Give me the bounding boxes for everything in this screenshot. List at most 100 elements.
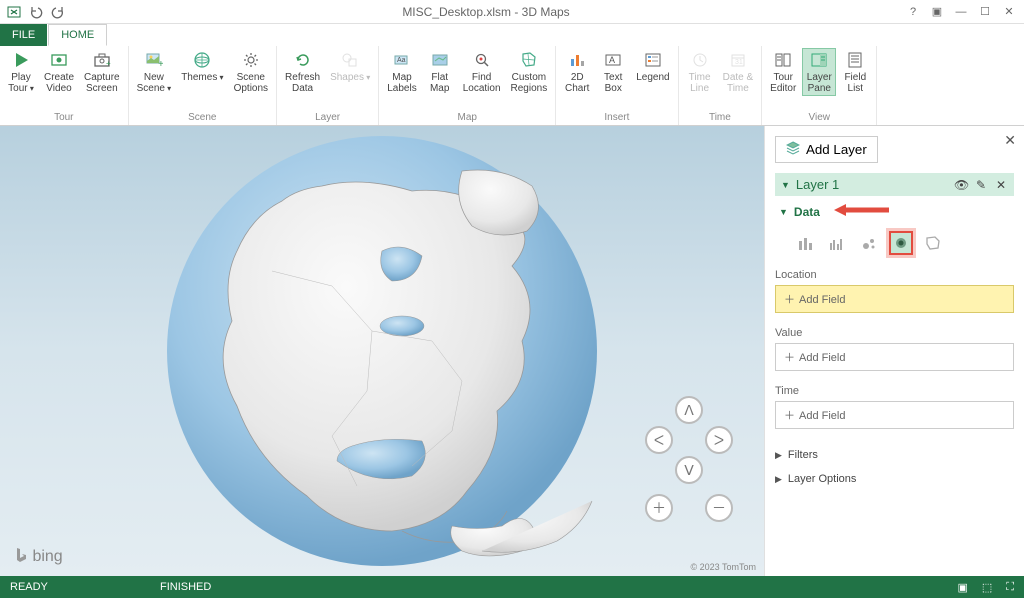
ribbon-button-label: MapLabels xyxy=(387,72,416,94)
video-icon xyxy=(49,50,69,70)
svg-text:Aa: Aa xyxy=(397,57,406,64)
ribbon-regions-button[interactable]: CustomRegions xyxy=(507,48,552,96)
ribbon-datetime-button: 31Date &Time xyxy=(719,48,758,96)
ribbon-button-label: CreateVideo xyxy=(44,72,74,94)
tab-file[interactable]: FILE xyxy=(0,24,47,46)
ribbon-button-label: TourEditor xyxy=(770,72,796,94)
timeline-icon xyxy=(690,50,710,70)
add-layer-button[interactable]: Add Layer xyxy=(775,136,878,163)
shapes-icon xyxy=(340,50,360,70)
ribbon-camera-button[interactable]: + CaptureScreen xyxy=(80,48,124,96)
nav-right-button[interactable]: ᐳ xyxy=(705,426,733,454)
ribbon-refresh-button[interactable]: RefreshData xyxy=(281,48,324,96)
ribbon-button-label: TextBox xyxy=(604,72,622,94)
excel-icon xyxy=(6,4,22,20)
globe xyxy=(102,131,662,571)
rename-icon[interactable]: ✎ xyxy=(974,178,988,192)
layer-header[interactable]: ▼ Layer 1 👁 ✎ ✕ xyxy=(775,173,1014,196)
ribbon-findloc-button[interactable]: FindLocation xyxy=(459,48,505,96)
collapse-icon[interactable]: ▼ xyxy=(781,180,790,190)
ribbon-button-label: 2DChart xyxy=(565,72,589,94)
ribbon-newscene-button[interactable]: +NewScene ▾ xyxy=(133,48,176,96)
toureditor-icon xyxy=(773,50,793,70)
nav-up-button[interactable]: ᐱ xyxy=(675,396,703,424)
ribbon-button-label: Themes ▾ xyxy=(181,72,223,83)
redo-icon[interactable] xyxy=(50,4,66,20)
visibility-icon[interactable]: 👁 xyxy=(954,178,968,192)
ribbon-button-label: FindLocation xyxy=(463,72,501,94)
layer-title: Layer 1 xyxy=(796,177,948,192)
tab-home[interactable]: HOME xyxy=(48,24,107,46)
ribbon-flatmap-button[interactable]: FlatMap xyxy=(423,48,457,96)
status-finished: FINISHED xyxy=(160,581,211,593)
ribbon-group-label: Insert xyxy=(604,112,629,125)
ribbon-group-label: Tour xyxy=(54,112,73,125)
layer-options-section[interactable]: ▶Layer Options xyxy=(775,467,1014,491)
ribbon-group-scene: +NewScene ▾Themes ▾SceneOptionsScene xyxy=(129,46,277,125)
data-section-label: Data xyxy=(794,205,820,219)
maximize-icon[interactable]: ☐ xyxy=(978,5,992,19)
globe-icon xyxy=(192,50,212,70)
ribbon-button-label: PlayTour ▾ xyxy=(8,72,34,94)
newscene-icon: + xyxy=(144,50,164,70)
nav-pad: ᐱ ᐸ ᐳ ᐯ ＋ － xyxy=(634,396,744,526)
status-icon-2[interactable]: ⬚ xyxy=(982,581,992,594)
viz-clustered-column-button[interactable] xyxy=(825,231,849,255)
bing-logo: bing xyxy=(14,547,63,566)
ribbon-chart-button[interactable]: 2DChart xyxy=(560,48,594,96)
ribbon-button-label: NewScene ▾ xyxy=(137,72,172,94)
refresh-icon xyxy=(293,50,313,70)
ribbon-video-button[interactable]: CreateVideo xyxy=(40,48,78,96)
ribbon-layerpane-button[interactable]: LayerPane xyxy=(802,48,836,96)
ribbon-group-tour: PlayTour ▾ CreateVideo + CaptureScreen Tour xyxy=(0,46,129,125)
ribbon-button-label: FlatMap xyxy=(430,72,449,94)
value-add-field-button[interactable]: ＋Add Field xyxy=(775,343,1014,371)
map-canvas[interactable]: bing © 2023 TomTom ᐱ ᐸ ᐳ ᐯ ＋ － xyxy=(0,126,764,576)
time-add-field-button[interactable]: ＋Add Field xyxy=(775,401,1014,429)
viz-heatmap-button[interactable] xyxy=(889,231,913,255)
ribbon-textbox-button[interactable]: ATextBox xyxy=(596,48,630,96)
status-icon-1[interactable]: ▣ xyxy=(957,581,967,594)
ribbon-fieldlist-button[interactable]: FieldList xyxy=(838,48,872,96)
ribbon-button-label: TimeLine xyxy=(689,72,711,94)
title-bar: MISC_Desktop.xlsm - 3D Maps ? ▣ — ☐ ✕ xyxy=(0,0,1024,24)
ribbon-play-button[interactable]: PlayTour ▾ xyxy=(4,48,38,96)
undo-icon[interactable] xyxy=(28,4,44,20)
status-icon-3[interactable]: ⛶ xyxy=(1006,581,1014,594)
data-section-header[interactable]: ▼ Data xyxy=(775,196,1014,227)
ribbon-legend-button[interactable]: Legend xyxy=(632,48,673,85)
ribbon-button-label: CaptureScreen xyxy=(84,72,120,94)
visualization-type-row xyxy=(775,227,1014,263)
close-pane-icon[interactable]: ✕ xyxy=(1004,132,1016,149)
datetime-icon: 31 xyxy=(728,50,748,70)
zoom-out-button[interactable]: － xyxy=(705,494,733,522)
layers-icon xyxy=(786,141,800,158)
filters-section[interactable]: ▶Filters xyxy=(775,443,1014,467)
ribbon-button-label: Legend xyxy=(636,72,669,83)
help-icon[interactable]: ? xyxy=(906,5,920,19)
ribbon-group-view: TourEditorLayerPaneFieldListView xyxy=(762,46,877,125)
ribbon-gear-button[interactable]: SceneOptions xyxy=(230,48,272,96)
ribbon-globe-button[interactable]: Themes ▾ xyxy=(177,48,227,85)
ribbon-group-insert: 2DChart ATextBox Legend Insert xyxy=(556,46,678,125)
ribbon-button-label: SceneOptions xyxy=(234,72,268,94)
viz-stacked-column-button[interactable] xyxy=(793,231,817,255)
zoom-in-button[interactable]: ＋ xyxy=(645,494,673,522)
ribbon-shapes-button: Shapes ▾ xyxy=(326,48,374,85)
ribbon-toureditor-button[interactable]: TourEditor xyxy=(766,48,800,96)
ribbon-options-icon[interactable]: ▣ xyxy=(930,5,944,19)
ribbon-maplabels-button[interactable]: Aa MapLabels xyxy=(383,48,420,96)
viz-region-button[interactable] xyxy=(921,231,945,255)
ribbon-group-label: Time xyxy=(709,112,731,125)
ribbon-group-label: Layer xyxy=(315,112,340,125)
nav-left-button[interactable]: ᐸ xyxy=(645,426,673,454)
layerpane-icon xyxy=(809,50,829,70)
location-add-field-button[interactable]: ＋Add Field xyxy=(775,285,1014,313)
minimize-icon[interactable]: — xyxy=(954,5,968,19)
delete-layer-icon[interactable]: ✕ xyxy=(994,178,1008,192)
ribbon-button-label: RefreshData xyxy=(285,72,320,94)
close-icon[interactable]: ✕ xyxy=(1002,5,1016,19)
viz-bubble-button[interactable] xyxy=(857,231,881,255)
nav-down-button[interactable]: ᐯ xyxy=(675,456,703,484)
svg-text:+: + xyxy=(106,59,111,68)
